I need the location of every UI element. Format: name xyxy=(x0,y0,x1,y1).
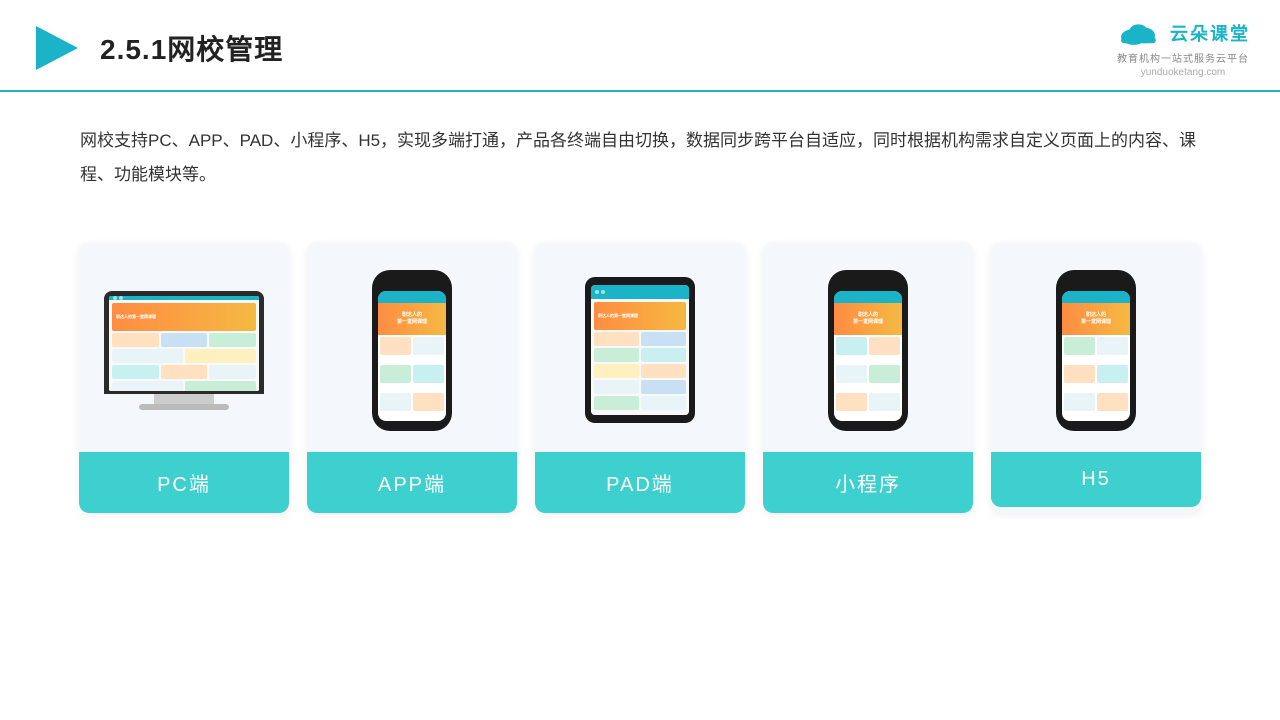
card-pad: 职达人的第一堂网课理 xyxy=(535,242,745,513)
phone-border-mini: 职达人的第一堂网课理 xyxy=(828,270,908,431)
pc-mockup: 职达人的第一堂网课理 xyxy=(104,291,264,410)
phone-mockup-mini: 职达人的第一堂网课理 xyxy=(828,270,908,431)
card-app: 职达人的第一堂网课理 xyxy=(307,242,517,513)
phone-screen-h5: 职达人的第一堂网课理 xyxy=(1062,291,1130,421)
cards-section: 职达人的第一堂网课理 xyxy=(0,212,1280,533)
pc-screen-border: 职达人的第一堂网课理 xyxy=(104,291,264,394)
phone-border-app: 职达人的第一堂网课理 xyxy=(372,270,452,431)
logo-sub: 教育机构一站式服务云平台 xyxy=(1117,50,1249,65)
phone-notch-mini xyxy=(854,280,882,287)
tablet-border: 职达人的第一堂网课理 xyxy=(585,277,695,423)
card-image-miniprogram: 职达人的第一堂网课理 xyxy=(763,242,973,452)
card-image-pc: 职达人的第一堂网课理 xyxy=(79,242,289,452)
page-title: 2.5.1网校管理 xyxy=(100,28,283,68)
card-label-miniprogram: 小程序 xyxy=(763,452,973,513)
tablet-screen: 职达人的第一堂网课理 xyxy=(591,285,689,415)
phone-border-h5: 职达人的第一堂网课理 xyxy=(1056,270,1136,431)
card-image-app: 职达人的第一堂网课理 xyxy=(307,242,517,452)
card-miniprogram: 职达人的第一堂网课理 xyxy=(763,242,973,513)
play-icon xyxy=(30,22,82,74)
phone-notch-h5 xyxy=(1082,280,1110,287)
card-label-pc: PC端 xyxy=(79,452,289,513)
description: 网校支持PC、APP、PAD、小程序、H5，实现多端打通，产品各终端自由切换，数… xyxy=(0,92,1280,202)
cloud-icon xyxy=(1116,18,1164,48)
header-left: 2.5.1网校管理 xyxy=(30,22,283,74)
pc-stand xyxy=(154,394,214,404)
card-label-pad: PAD端 xyxy=(535,452,745,513)
phone-mockup-app: 职达人的第一堂网课理 xyxy=(372,270,452,431)
pc-base xyxy=(139,404,229,410)
card-h5: 职达人的第一堂网课理 xyxy=(991,242,1201,513)
card-label-app: APP端 xyxy=(307,452,517,513)
card-image-h5: 职达人的第一堂网课理 xyxy=(991,242,1201,452)
phone-screen-mini: 职达人的第一堂网课理 xyxy=(834,291,902,421)
phone-notch-app xyxy=(398,280,426,287)
logo-url: yunduoketang.com xyxy=(1141,67,1226,78)
card-label-h5: H5 xyxy=(991,452,1201,507)
header: 2.5.1网校管理 云朵课堂 教育机构一站式服务云平台 yunduoketang… xyxy=(0,0,1280,92)
logo-area: 云朵课堂 教育机构一站式服务云平台 yunduoketang.com xyxy=(1116,18,1250,78)
phone-mockup-h5: 职达人的第一堂网课理 xyxy=(1056,270,1136,431)
tablet-mockup: 职达人的第一堂网课理 xyxy=(585,277,695,423)
logo-cloud: 云朵课堂 xyxy=(1116,18,1250,48)
card-image-pad: 职达人的第一堂网课理 xyxy=(535,242,745,452)
phone-screen-app: 职达人的第一堂网课理 xyxy=(378,291,446,421)
pc-screen: 职达人的第一堂网课理 xyxy=(109,296,259,391)
card-pc: 职达人的第一堂网课理 xyxy=(79,242,289,513)
logo-text: 云朵课堂 xyxy=(1170,20,1250,46)
description-text: 网校支持PC、APP、PAD、小程序、H5，实现多端打通，产品各终端自由切换，数… xyxy=(80,131,1196,184)
